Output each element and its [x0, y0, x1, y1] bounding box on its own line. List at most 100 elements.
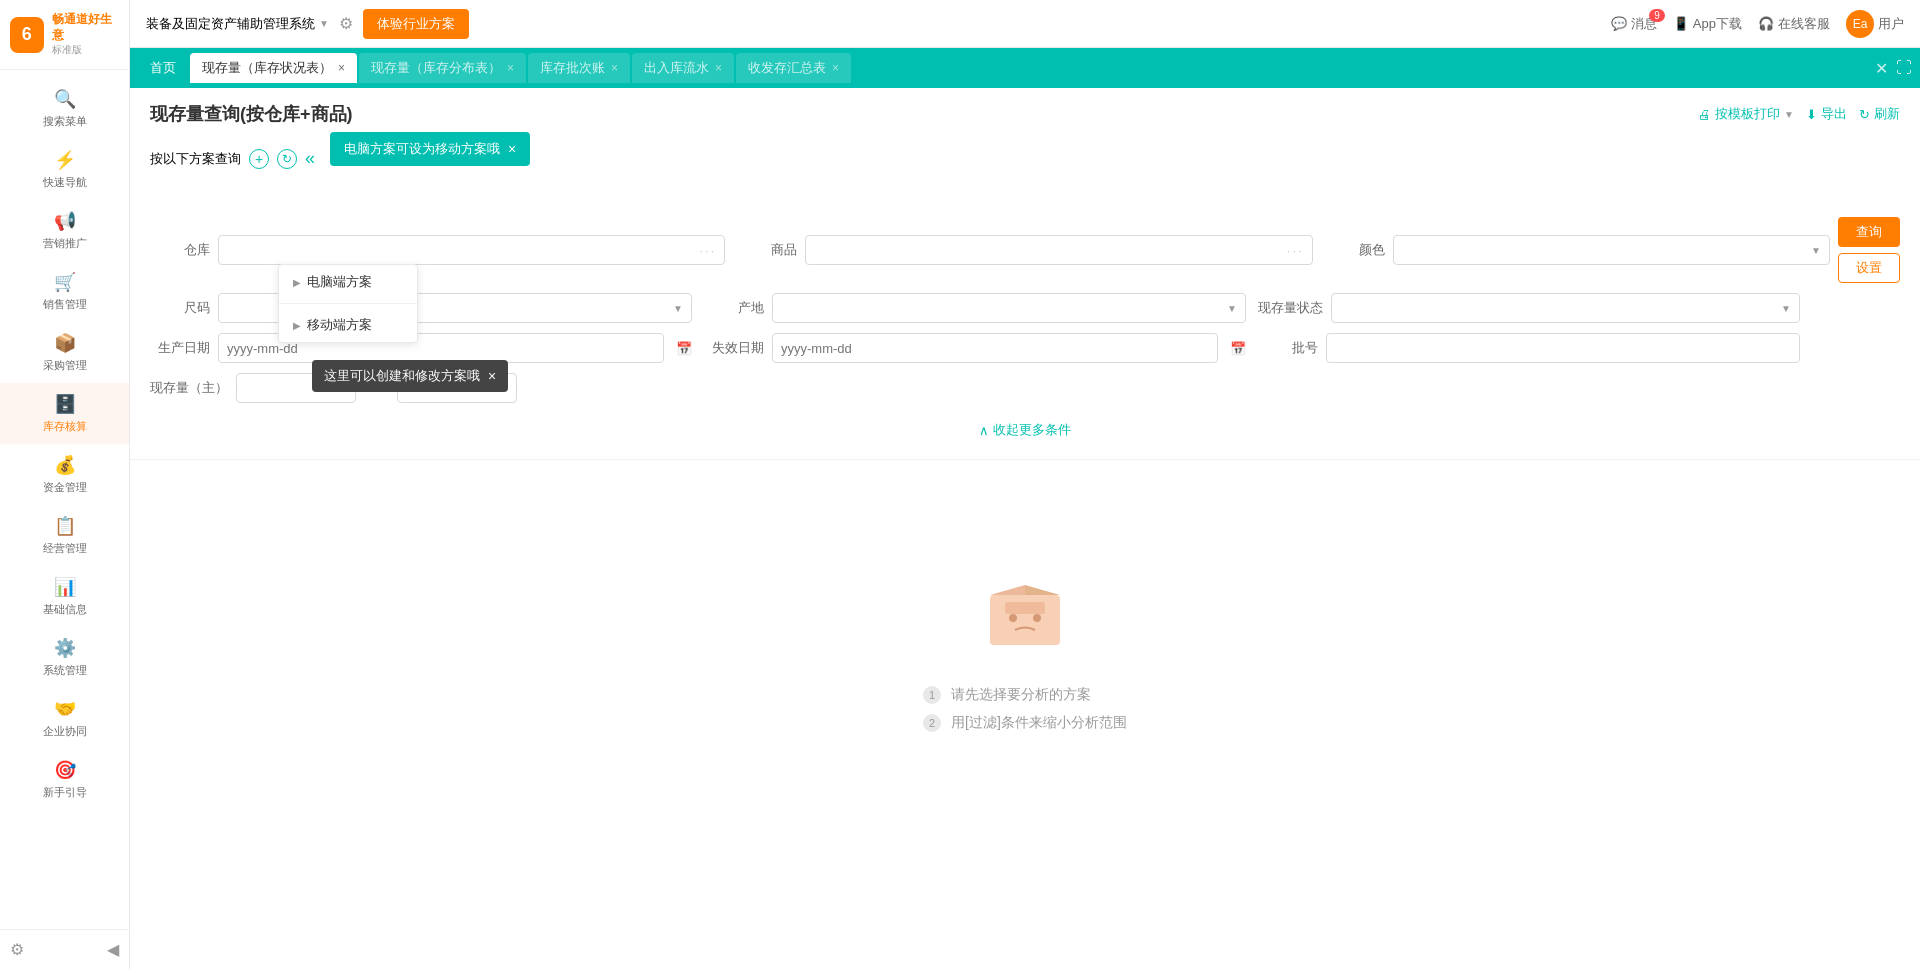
- tab-close-icon[interactable]: ×: [715, 61, 722, 75]
- header-settings-btn[interactable]: ⚙: [339, 14, 353, 33]
- filter-refresh-btn[interactable]: ↻: [277, 149, 297, 169]
- tab-close-icon[interactable]: ×: [338, 61, 345, 75]
- sidebar-item-basic[interactable]: 📊 基础信息: [0, 566, 129, 627]
- refresh-btn[interactable]: ↻ 刷新: [1859, 105, 1900, 123]
- marketing-icon: 📢: [54, 210, 76, 232]
- sidebar-nav: 🔍 搜索菜单 ⚡ 快速导航 📢 营销推广 🛒 销售管理 📦 采购管理 🗄️: [0, 70, 129, 929]
- batch-label: 批号: [1258, 339, 1318, 357]
- mobile-scheme-item[interactable]: ▶ 移动端方案: [279, 308, 417, 342]
- close-all-tabs-btn[interactable]: ✕: [1875, 59, 1888, 78]
- sidebar-item-system[interactable]: ⚙️ 系统管理: [0, 627, 129, 688]
- sidebar-item-sales[interactable]: 🛒 销售管理: [0, 261, 129, 322]
- tooltip1-close-btn[interactable]: ×: [508, 141, 516, 157]
- service-btn[interactable]: 🎧 在线客服: [1758, 15, 1830, 33]
- filter-add-btn[interactable]: +: [249, 149, 269, 169]
- sidebar-item-purchase[interactable]: 📦 采购管理: [0, 322, 129, 383]
- origin-dropdown-icon: ▼: [1227, 303, 1237, 314]
- sidebar-item-marketing[interactable]: 📢 营销推广: [0, 200, 129, 261]
- tooltip2-close-btn[interactable]: ×: [488, 368, 496, 384]
- filter-header: 按以下方案查询 + ↻ « ▶ 电脑端方案 ▶: [150, 148, 1900, 169]
- collapse-sidebar-btn[interactable]: ◀: [107, 940, 119, 959]
- pc-scheme-label: 电脑端方案: [307, 273, 372, 291]
- tab-bar: 首页 现存量（库存状况表） × 现存量（库存分布表） × 库存批次账 × 出入库…: [130, 48, 1920, 88]
- tab-close-icon[interactable]: ×: [507, 61, 514, 75]
- message-icon: 💬: [1611, 16, 1627, 31]
- operations-icon: 📋: [54, 515, 76, 537]
- tab-inventory-status[interactable]: 现存量（库存状况表） ×: [190, 53, 357, 83]
- scheme-panel: ▶ 电脑端方案 ▶ 移动端方案: [278, 264, 418, 343]
- print-btn[interactable]: 🖨 按模板打印 ▼: [1698, 105, 1794, 123]
- empty-tip-1: 1 请先选择要分析的方案: [923, 680, 1127, 708]
- size-dropdown-icon: ▼: [673, 303, 683, 314]
- filter-back-btn[interactable]: «: [305, 148, 315, 169]
- collapse-more-btn[interactable]: ∧ 收起更多条件: [150, 413, 1900, 447]
- goods-select[interactable]: ···: [805, 235, 1312, 265]
- purchase-icon: 📦: [54, 332, 76, 354]
- refresh-label: 刷新: [1874, 105, 1900, 123]
- quick-nav-icon: ⚡: [54, 149, 76, 171]
- user-label: 用户: [1878, 15, 1904, 33]
- tab-in-out-flow[interactable]: 出入库流水 ×: [632, 53, 734, 83]
- export-btn[interactable]: ⬇ 导出: [1806, 105, 1847, 123]
- header-left: 装备及固定资产辅助管理系统 ▼ ⚙ 体验行业方案: [146, 9, 469, 39]
- calendar-icon-expire[interactable]: 📅: [1230, 341, 1246, 356]
- tooltip1-text: 电脑方案可设为移动方案哦: [344, 140, 500, 158]
- tab-close-icon[interactable]: ×: [832, 61, 839, 75]
- color-dropdown-icon: ▼: [1811, 245, 1821, 256]
- system-title-dropdown[interactable]: 装备及固定资产辅助管理系统 ▼: [146, 15, 329, 33]
- search-btn[interactable]: 查询: [1838, 217, 1900, 247]
- tab-close-icon[interactable]: ×: [611, 61, 618, 75]
- filter-item-warehouse: 仓库 ···: [150, 235, 725, 265]
- app-download-btn[interactable]: 📱 App下载: [1673, 15, 1742, 33]
- tab-batch-account[interactable]: 库存批次账 ×: [528, 53, 630, 83]
- mobile-scheme-arrow: ▶: [293, 320, 301, 331]
- set-btn[interactable]: 设置: [1838, 253, 1900, 283]
- app-logo: 6 畅通道好生意 标准版: [0, 0, 129, 70]
- dropdown-arrow-icon: ▼: [319, 18, 329, 29]
- export-label: 导出: [1821, 105, 1847, 123]
- tab-inventory-dist[interactable]: 现存量（库存分布表） ×: [359, 53, 526, 83]
- prod-date-label: 生产日期: [150, 339, 210, 357]
- goods-more-dots[interactable]: ···: [1287, 243, 1304, 258]
- filter-item-prod-date: 生产日期 📅: [150, 333, 692, 363]
- tab-label: 现存量（库存分布表）: [371, 59, 501, 77]
- sidebar-item-quick-nav[interactable]: ⚡ 快速导航: [0, 139, 129, 200]
- mobile-scheme-label: 移动端方案: [307, 316, 372, 334]
- tab-bar-right: ✕ ⛶: [1875, 59, 1912, 78]
- expand-btn[interactable]: ⛶: [1896, 59, 1912, 77]
- sidebar-item-inventory[interactable]: 🗄️ 库存核算: [0, 383, 129, 444]
- sidebar-item-finance[interactable]: 💰 资金管理: [0, 444, 129, 505]
- tab-recv-summary[interactable]: 收发存汇总表 ×: [736, 53, 851, 83]
- pc-scheme-item[interactable]: ▶ 电脑端方案: [279, 265, 417, 299]
- message-btn[interactable]: 💬 消息 9: [1611, 15, 1657, 33]
- enterprise-icon: 🤝: [54, 698, 76, 720]
- settings-footer-btn[interactable]: ⚙: [10, 940, 24, 959]
- experience-btn[interactable]: 体验行业方案: [363, 9, 469, 39]
- warehouse-more-dots[interactable]: ···: [699, 243, 716, 258]
- basic-icon: 📊: [54, 576, 76, 598]
- print-icon: 🖨: [1698, 107, 1711, 122]
- page-header: 现存量查询(按仓库+商品) 🖨 按模板打印 ▼ ⬇ 导出 ↻: [130, 88, 1920, 136]
- pc-scheme-arrow: ▶: [293, 277, 301, 288]
- batch-input[interactable]: [1326, 333, 1800, 363]
- sidebar-item-enterprise[interactable]: 🤝 企业协同: [0, 688, 129, 749]
- expire-date-input[interactable]: [772, 333, 1218, 363]
- print-dropdown-icon: ▼: [1784, 109, 1794, 120]
- sidebar-item-label: 企业协同: [43, 724, 87, 739]
- warehouse-select[interactable]: ···: [218, 235, 725, 265]
- user-btn[interactable]: Ea 用户: [1846, 10, 1904, 38]
- origin-select[interactable]: ▼: [772, 293, 1246, 323]
- sidebar-item-operations[interactable]: 📋 经营管理: [0, 505, 129, 566]
- sidebar-item-search[interactable]: 🔍 搜索菜单: [0, 78, 129, 139]
- tab-label: 库存批次账: [540, 59, 605, 77]
- sidebar-item-label: 采购管理: [43, 358, 87, 373]
- stock-status-select[interactable]: ▼: [1331, 293, 1800, 323]
- calendar-icon-prod[interactable]: 📅: [676, 341, 692, 356]
- tab-home[interactable]: 首页: [138, 53, 188, 83]
- color-select[interactable]: ▼: [1393, 235, 1830, 265]
- sidebar-item-guide[interactable]: 🎯 新手引导: [0, 749, 129, 810]
- expire-date-label: 失效日期: [704, 339, 764, 357]
- goods-label: 商品: [737, 241, 797, 259]
- service-icon: 🎧: [1758, 16, 1774, 31]
- color-label: 颜色: [1325, 241, 1385, 259]
